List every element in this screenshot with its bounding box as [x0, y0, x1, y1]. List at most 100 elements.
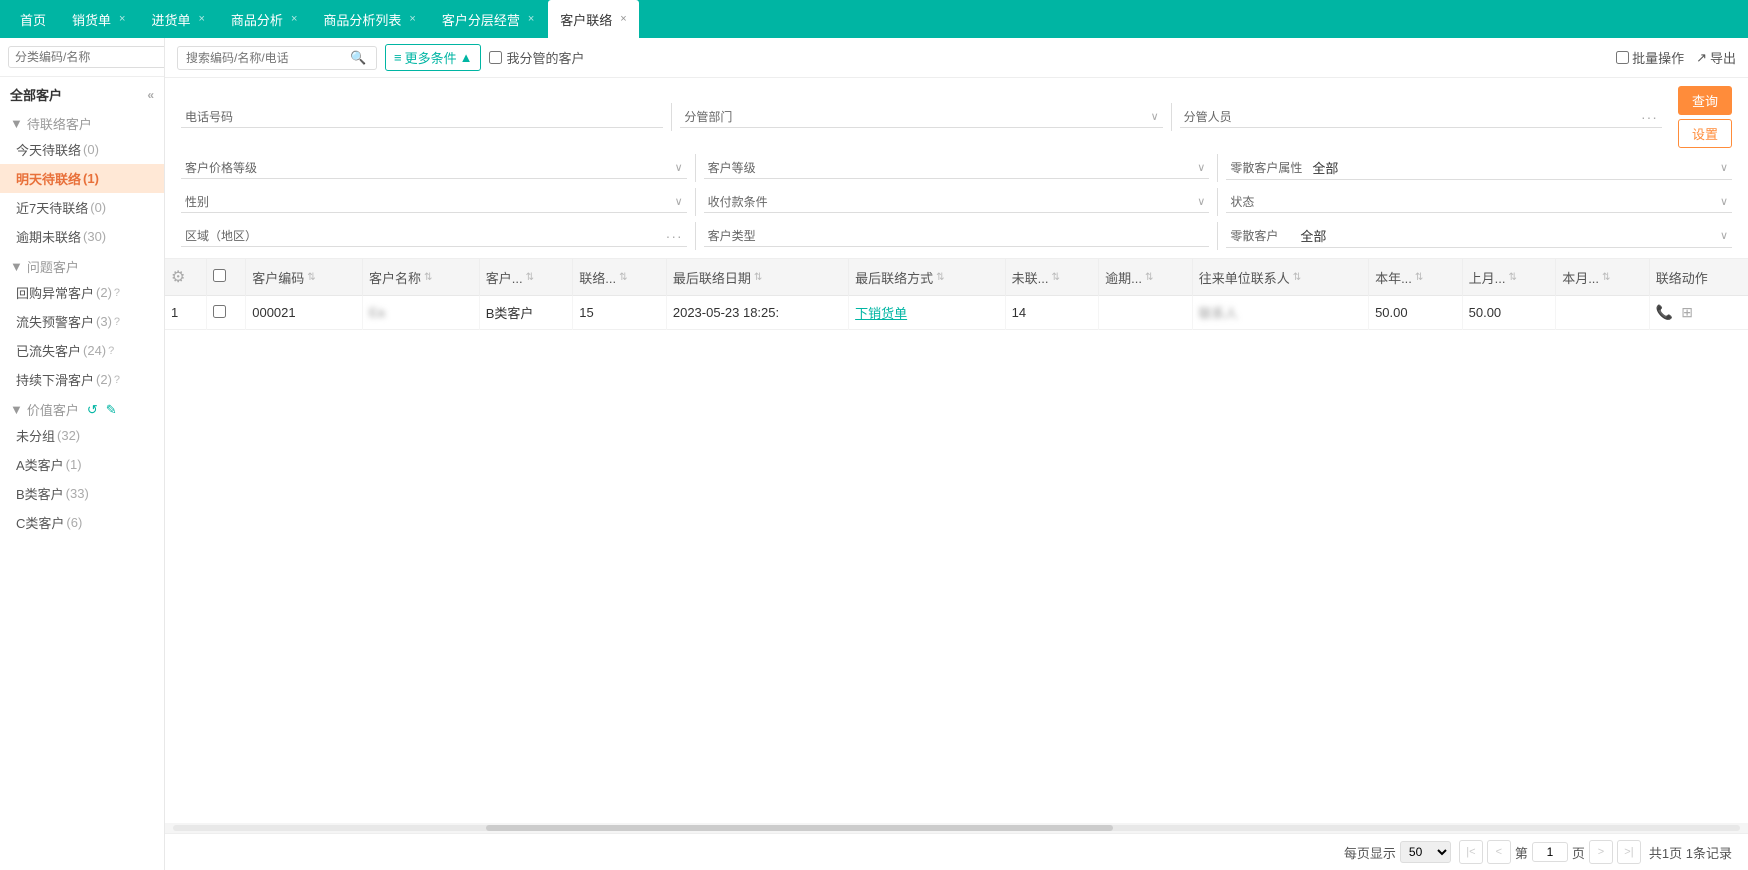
sidebar-item-7days-contact[interactable]: 近7天待联络(0) [0, 193, 164, 222]
nav-product-analysis[interactable]: 商品分析 × [219, 0, 309, 38]
batch-operation-button[interactable]: 批量操作 [1616, 48, 1684, 67]
last-page-button[interactable]: >| [1617, 840, 1641, 864]
th-uncontact[interactable]: 未联...⇅ [1005, 259, 1099, 296]
nav-product-list[interactable]: 商品分析列表 × [311, 0, 427, 38]
th-customer-type[interactable]: 客户...⇅ [479, 259, 573, 296]
phone-icon[interactable]: 📞 [1656, 304, 1673, 321]
sidebar-item-c-class[interactable]: C类客户(6) [0, 508, 164, 537]
sidebar-item-b-class[interactable]: B类客户(33) [0, 479, 164, 508]
more-icon[interactable]: ··· [666, 228, 683, 244]
data-table: ⚙ 客户编码⇅ 客户名称⇅ 客户...⇅ [165, 259, 1748, 330]
edit-icon[interactable]: ✎ [106, 402, 117, 418]
next-page-button[interactable]: > [1589, 840, 1613, 864]
chevron-down-icon[interactable]: ∨ [1197, 195, 1205, 208]
retail-attr-field: 零散客户属性 全部 ∨ [1226, 156, 1732, 180]
footer: 每页显示 50 100 |< < 第 页 > >| 共1页 1条记录 [165, 833, 1748, 870]
sidebar-item-abnormal[interactable]: 回购异常客户(2) ? [0, 278, 164, 307]
chevron-down-icon[interactable]: ∨ [1720, 195, 1728, 208]
close-icon[interactable]: × [119, 13, 125, 25]
settings-icon[interactable]: ⚙ [171, 269, 185, 286]
nav-home[interactable]: 首页 [8, 0, 58, 38]
page-navigation: |< < 第 页 > >| [1459, 840, 1641, 864]
td-uncontact: 14 [1005, 296, 1099, 330]
th-overdue[interactable]: 逾期...⇅ [1099, 259, 1193, 296]
th-year-amount[interactable]: 本年...⇅ [1369, 259, 1463, 296]
chevron-down-icon[interactable]: ∨ [675, 161, 683, 174]
page-number-input[interactable] [1532, 842, 1568, 862]
content-area: 🔍 ≡ 更多条件 ▲ 我分管的客户 批量操作 ↗ 导出 [165, 38, 1748, 870]
set-button[interactable]: 设置 [1678, 119, 1732, 148]
select-all-checkbox[interactable] [213, 269, 226, 282]
first-page-button[interactable]: |< [1459, 840, 1483, 864]
sidebar-item-overdue-contact[interactable]: 逾期未联络(30) [0, 222, 164, 251]
sort-icon: ⇅ [307, 272, 315, 283]
sidebar-item-tomorrow-contact[interactable]: 明天待联络(1) [0, 164, 164, 193]
th-customer-name[interactable]: 客户名称⇅ [362, 259, 479, 296]
td-last-month: 50.00 [1462, 296, 1556, 330]
sort-icon: ⇅ [1051, 272, 1059, 283]
row-checkbox[interactable] [213, 305, 226, 318]
sidebar-item-churn-warn[interactable]: 流失预警客户(3) ? [0, 307, 164, 336]
contact-method-link[interactable]: 下销货单 [855, 306, 907, 321]
query-button[interactable]: 查询 [1678, 86, 1732, 115]
th-last-month[interactable]: 上月...⇅ [1462, 259, 1556, 296]
gender-field: 性别 ∨ [181, 191, 687, 213]
close-icon[interactable]: × [409, 13, 415, 25]
close-icon[interactable]: × [620, 13, 626, 25]
more-icon[interactable]: ··· [1641, 109, 1658, 125]
sidebar-item-today-contact[interactable]: 今天待联络(0) [0, 135, 164, 164]
sidebar-search-area: 🔍 [0, 38, 164, 77]
prev-page-button[interactable]: < [1487, 840, 1511, 864]
scrollbar-thumb[interactable] [486, 825, 1113, 831]
chevron-down-icon[interactable]: ∨ [1197, 161, 1205, 174]
sidebar-search-input[interactable] [8, 46, 165, 68]
my-customers-checkbox[interactable] [489, 51, 502, 64]
more-filters-button[interactable]: ≡ 更多条件 ▲ [385, 44, 481, 71]
sidebar-item-ungroup[interactable]: 未分组(32) [0, 421, 164, 450]
sidebar-item-churned[interactable]: 已流失客户(24) ? [0, 336, 164, 365]
my-customers-checkbox-wrap: 我分管的客户 [489, 48, 584, 67]
th-customer-code[interactable]: 客户编码⇅ [246, 259, 363, 296]
th-last-contact-date[interactable]: 最后联络日期⇅ [666, 259, 848, 296]
sort-icon: ⇅ [424, 272, 432, 283]
nav-purchase[interactable]: 进货单 × [139, 0, 216, 38]
chevron-down-icon[interactable]: ∨ [1151, 110, 1159, 123]
td-contact-count: 15 [573, 296, 667, 330]
phone-field: 电话号码 [181, 106, 663, 128]
close-icon[interactable]: × [291, 13, 297, 25]
td-actions: 📞 ⊞ [1649, 296, 1748, 330]
nav-customer-segment[interactable]: 客户分层经营 × [430, 0, 546, 38]
chevron-down-icon[interactable]: ∨ [1720, 161, 1728, 174]
chevron-down-icon[interactable]: ∨ [1720, 229, 1728, 242]
main-search-input[interactable] [186, 51, 346, 65]
nav-customer-contact[interactable]: 客户联络 × [548, 0, 638, 38]
chevron-up-icon: ▲ [460, 50, 473, 65]
customer-type-field: 客户类型 [704, 225, 1210, 247]
collapse-icon[interactable]: « [147, 88, 154, 102]
sort-icon: ⇅ [1602, 272, 1610, 283]
triangle-icon: ▼ [10, 259, 23, 274]
export-button[interactable]: ↗ 导出 [1696, 48, 1736, 67]
nav-sales[interactable]: 销货单 × [60, 0, 137, 38]
th-contact[interactable]: 联络...⇅ [573, 259, 667, 296]
refresh-icon[interactable]: ↺ [87, 402, 98, 418]
th-contact-person[interactable]: 往来单位联系人⇅ [1192, 259, 1368, 296]
batch-checkbox[interactable] [1616, 51, 1629, 64]
sidebar-item-a-class[interactable]: A类客户(1) [0, 450, 164, 479]
page-size-select[interactable]: 50 100 [1400, 841, 1451, 863]
close-icon[interactable]: × [198, 13, 204, 25]
export-icon: ↗ [1696, 50, 1707, 66]
close-icon[interactable]: × [528, 13, 534, 25]
table-row: 1 000021 Ea B类客户 15 2023-05-23 18:25: 下销… [165, 296, 1748, 330]
th-this-month[interactable]: 本月...⇅ [1556, 259, 1650, 296]
all-customers-header[interactable]: 全部客户 « [0, 77, 164, 108]
grid-icon[interactable]: ⊞ [1681, 304, 1693, 321]
filter-icon: ≡ [394, 50, 402, 65]
sidebar-item-declining[interactable]: 持续下滑客户(2) ? [0, 365, 164, 394]
payment-field: 收付款条件 ∨ [704, 191, 1210, 213]
th-last-contact-method[interactable]: 最后联络方式⇅ [849, 259, 1005, 296]
search-icon[interactable]: 🔍 [350, 50, 366, 66]
chevron-down-icon[interactable]: ∨ [675, 195, 683, 208]
horizontal-scrollbar[interactable] [165, 823, 1748, 833]
sort-icon: ⇅ [1415, 272, 1423, 283]
